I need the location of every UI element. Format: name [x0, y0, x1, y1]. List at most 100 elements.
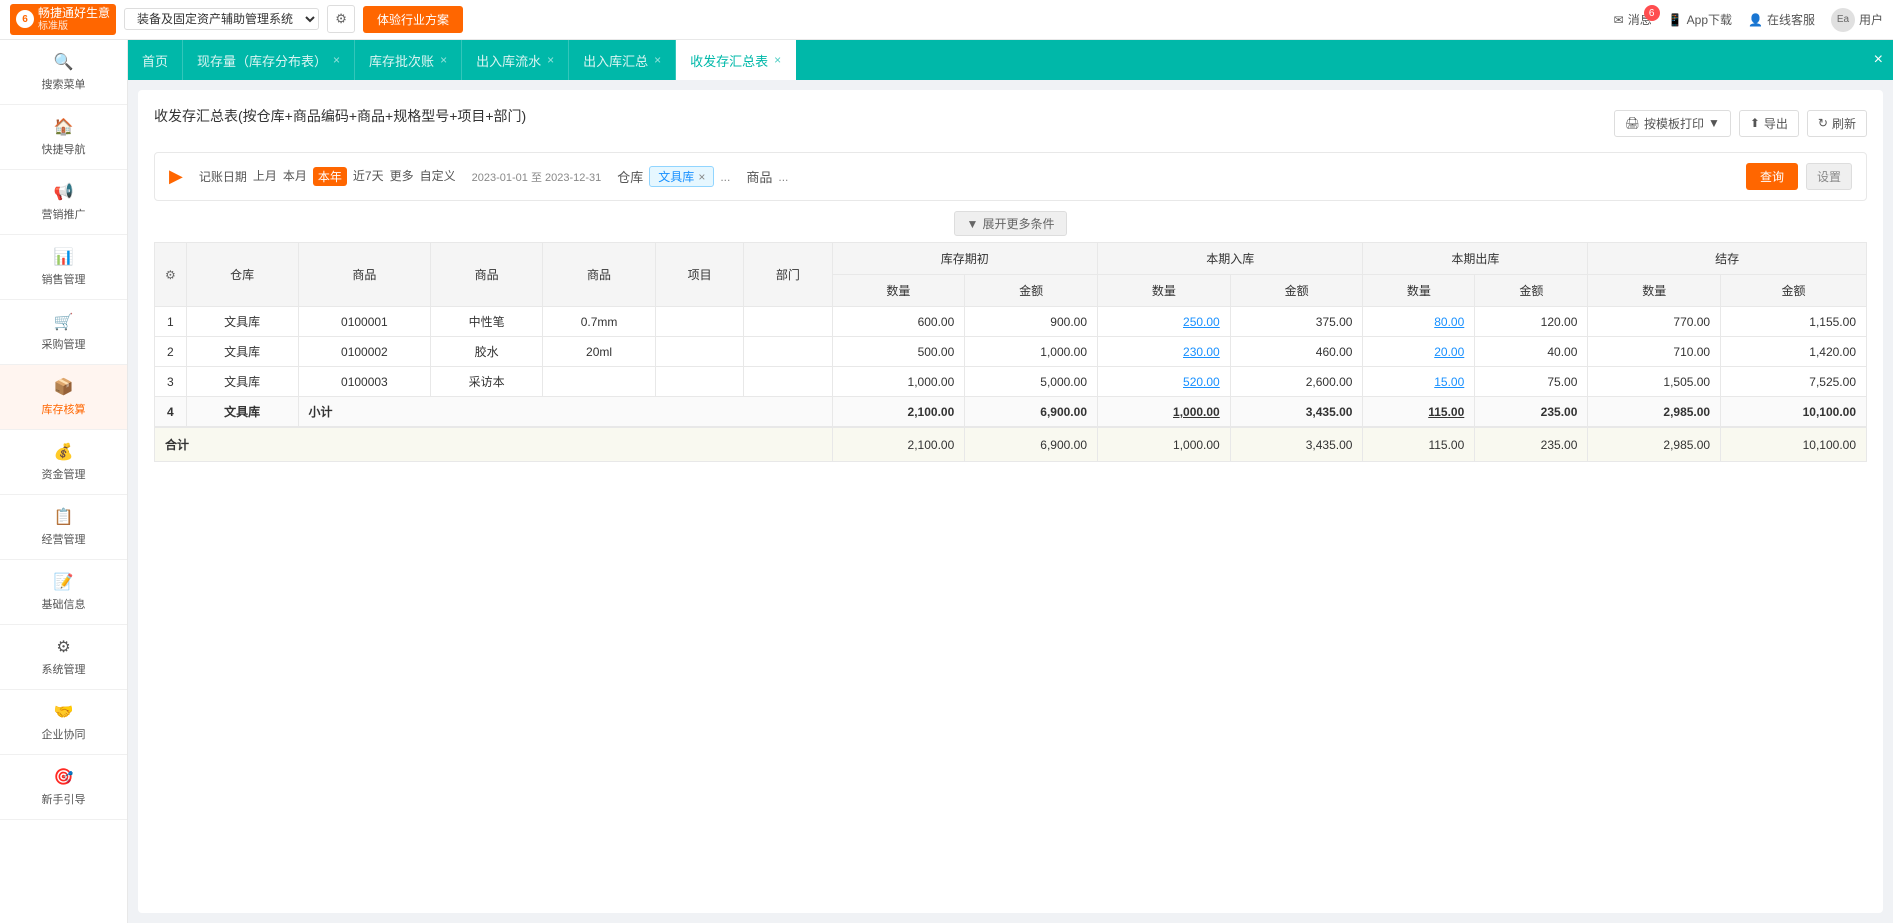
warehouse-more-btn[interactable]: ...: [720, 170, 730, 184]
tab-in-out-summary[interactable]: 出入库汇总 ×: [569, 40, 676, 80]
refresh-btn[interactable]: ↻ 刷新: [1807, 110, 1867, 137]
print-btn[interactable]: 🖨 按模板打印 ▼: [1614, 110, 1731, 137]
sidebar-item-basic[interactable]: 📝 基础信息: [0, 560, 127, 625]
filter-settings-btn[interactable]: 设置: [1806, 163, 1852, 190]
date-this-year[interactable]: 本年: [313, 167, 347, 186]
goods-label: 商品: [746, 167, 772, 186]
tab-inventory-dist-close[interactable]: ×: [333, 53, 340, 67]
tab-in-out-summary-close[interactable]: ×: [654, 53, 661, 67]
cell-opening-amt: 1,000.00: [965, 337, 1098, 367]
sidebar-item-finance[interactable]: 💰 资金管理: [0, 430, 127, 495]
subtotal-out-qty[interactable]: 115.00: [1363, 397, 1475, 428]
subtotal-in-qty[interactable]: 1,000.00: [1098, 397, 1231, 428]
cell-closing-qty: 710.00: [1588, 337, 1721, 367]
tab-collect-summary-close[interactable]: ×: [774, 53, 781, 67]
sidebar-item-purchase[interactable]: 🛒 采购管理: [0, 300, 127, 365]
cell-out-qty[interactable]: 20.00: [1363, 337, 1475, 367]
sidebar-item-marketing[interactable]: 📢 营销推广: [0, 170, 127, 235]
expand-icon: ▼: [967, 217, 979, 231]
goods-more-btn[interactable]: ...: [778, 170, 788, 184]
tab-in-out-flow-label: 出入库流水: [476, 51, 541, 70]
col-settings-gear[interactable]: ⚙: [165, 268, 176, 282]
header-left: 6 畅捷通好生意 标准版 装备及固定资产辅助管理系统 ⚙ 体验行业方案: [10, 4, 463, 34]
sidebar-label-newbie: 新手引导: [42, 791, 86, 807]
date-this-month[interactable]: 本月: [283, 167, 307, 186]
cell-in-qty[interactable]: 250.00: [1098, 307, 1231, 337]
tab-collect-summary-label: 收发存汇总表: [690, 51, 768, 70]
cell-goods-name: 胶水: [431, 337, 543, 367]
experience-btn[interactable]: 体验行业方案: [363, 6, 463, 33]
sidebar-item-inventory[interactable]: 📦 库存核算: [0, 365, 127, 430]
message-badge: 6: [1644, 5, 1660, 21]
warehouse-tag: 文具库 ×: [649, 166, 714, 187]
tab-home[interactable]: 首页: [128, 40, 183, 80]
sidebar-item-sales[interactable]: 📊 销售管理: [0, 235, 127, 300]
user-avatar-area[interactable]: Ea 用户: [1831, 8, 1883, 32]
sidebar-label-corp: 企业协同: [42, 726, 86, 742]
top-header: 6 畅捷通好生意 标准版 装备及固定资产辅助管理系统 ⚙ 体验行业方案 ✉ 消息…: [0, 0, 1893, 40]
warehouse-tag-close[interactable]: ×: [698, 170, 705, 184]
export-btn[interactable]: ⬆ 导出: [1739, 110, 1799, 137]
cell-opening-qty: 1,000.00: [832, 367, 965, 397]
subtotal-row: 4 文具库 小计 2,100.00 6,900.00 1,000.00 3,43…: [155, 397, 1867, 428]
app-download-btn[interactable]: 📱 App下载: [1668, 11, 1732, 28]
tab-batch-close[interactable]: ×: [440, 53, 447, 67]
sidebar-item-corp[interactable]: 🤝 企业协同: [0, 690, 127, 755]
filter-collapse-btn[interactable]: ▶: [169, 166, 183, 187]
tab-collect-summary[interactable]: 收发存汇总表 ×: [676, 40, 796, 80]
inventory-icon: 📦: [54, 377, 74, 397]
date-custom[interactable]: 自定义: [420, 167, 456, 186]
cell-out-qty[interactable]: 15.00: [1363, 367, 1475, 397]
date-more[interactable]: 更多: [390, 167, 414, 186]
total-label: 合计: [155, 427, 833, 462]
expand-conditions-btn[interactable]: ▼ 展开更多条件: [954, 211, 1068, 236]
tab-inventory-dist[interactable]: 现存量（库存分布表） ×: [183, 40, 355, 80]
cell-in-qty[interactable]: 520.00: [1098, 367, 1231, 397]
sidebar-label-sales: 销售管理: [42, 271, 86, 287]
total-opening-qty: 2,100.00: [832, 427, 965, 462]
header-settings-btn[interactable]: ⚙: [327, 5, 355, 33]
search-icon: 🔍: [54, 52, 74, 72]
system-title-select[interactable]: 装备及固定资产辅助管理系统: [124, 8, 319, 30]
cell-goods-name: 采访本: [431, 367, 543, 397]
col-opening-header: 库存期初: [832, 243, 1097, 275]
cell-in-qty[interactable]: 230.00: [1098, 337, 1231, 367]
date-filter-label: 记账日期: [199, 168, 247, 185]
total-row: 合计 2,100.00 6,900.00 1,000.00 3,435.00 1…: [155, 427, 1867, 462]
print-icon: 🖨: [1625, 116, 1640, 130]
cell-goods-code: 0100001: [298, 307, 431, 337]
online-service-btn[interactable]: 👤 在线客服: [1748, 11, 1815, 28]
cell-out-qty[interactable]: 80.00: [1363, 307, 1475, 337]
col-goods-spec-header: 商品: [543, 243, 656, 307]
main-layout: 🔍 搜索菜单 🏠 快捷导航 📢 营销推广 📊 销售管理 🛒 采购管理 📦 库存核…: [0, 40, 1893, 923]
total-out-qty: 115.00: [1363, 427, 1475, 462]
sidebar-item-operations[interactable]: 📋 经营管理: [0, 495, 127, 560]
query-btn[interactable]: 查询: [1746, 163, 1798, 190]
sidebar-item-system[interactable]: ⚙ 系统管理: [0, 625, 127, 690]
col-warehouse-header: 仓库: [186, 243, 298, 307]
date-last-month[interactable]: 上月: [253, 167, 277, 186]
tab-batch[interactable]: 库存批次账 ×: [355, 40, 462, 80]
cell-closing-amt: 1,420.00: [1721, 337, 1867, 367]
subtotal-warehouse: 文具库: [186, 397, 298, 428]
cell-goods-spec: 20ml: [543, 337, 656, 367]
col-out-header: 本期出库: [1363, 243, 1588, 275]
sidebar-item-newbie[interactable]: 🎯 新手引导: [0, 755, 127, 820]
col-opening-amt-header: 金额: [965, 275, 1098, 307]
cell-warehouse: 文具库: [186, 337, 298, 367]
sidebar-item-search[interactable]: 🔍 搜索菜单: [0, 40, 127, 105]
cell-in-amt: 2,600.00: [1230, 367, 1363, 397]
date-7days[interactable]: 近7天: [353, 167, 384, 186]
table-row: 1 文具库 0100001 中性笔 0.7mm 600.00 900.00 25…: [155, 307, 1867, 337]
tab-in-out-flow-close[interactable]: ×: [547, 53, 554, 67]
cell-goods-code: 0100003: [298, 367, 431, 397]
col-opening-qty-header: 数量: [832, 275, 965, 307]
sidebar-item-quick-nav[interactable]: 🏠 快捷导航: [0, 105, 127, 170]
cell-seq: 1: [155, 307, 187, 337]
total-out-amt: 235.00: [1475, 427, 1588, 462]
service-icon: 👤: [1748, 13, 1763, 27]
message-btn[interactable]: ✉ 消息 6: [1614, 11, 1652, 28]
tab-in-out-flow[interactable]: 出入库流水 ×: [462, 40, 569, 80]
tab-close-all[interactable]: ×: [1874, 51, 1893, 69]
tab-in-out-summary-label: 出入库汇总: [583, 51, 648, 70]
